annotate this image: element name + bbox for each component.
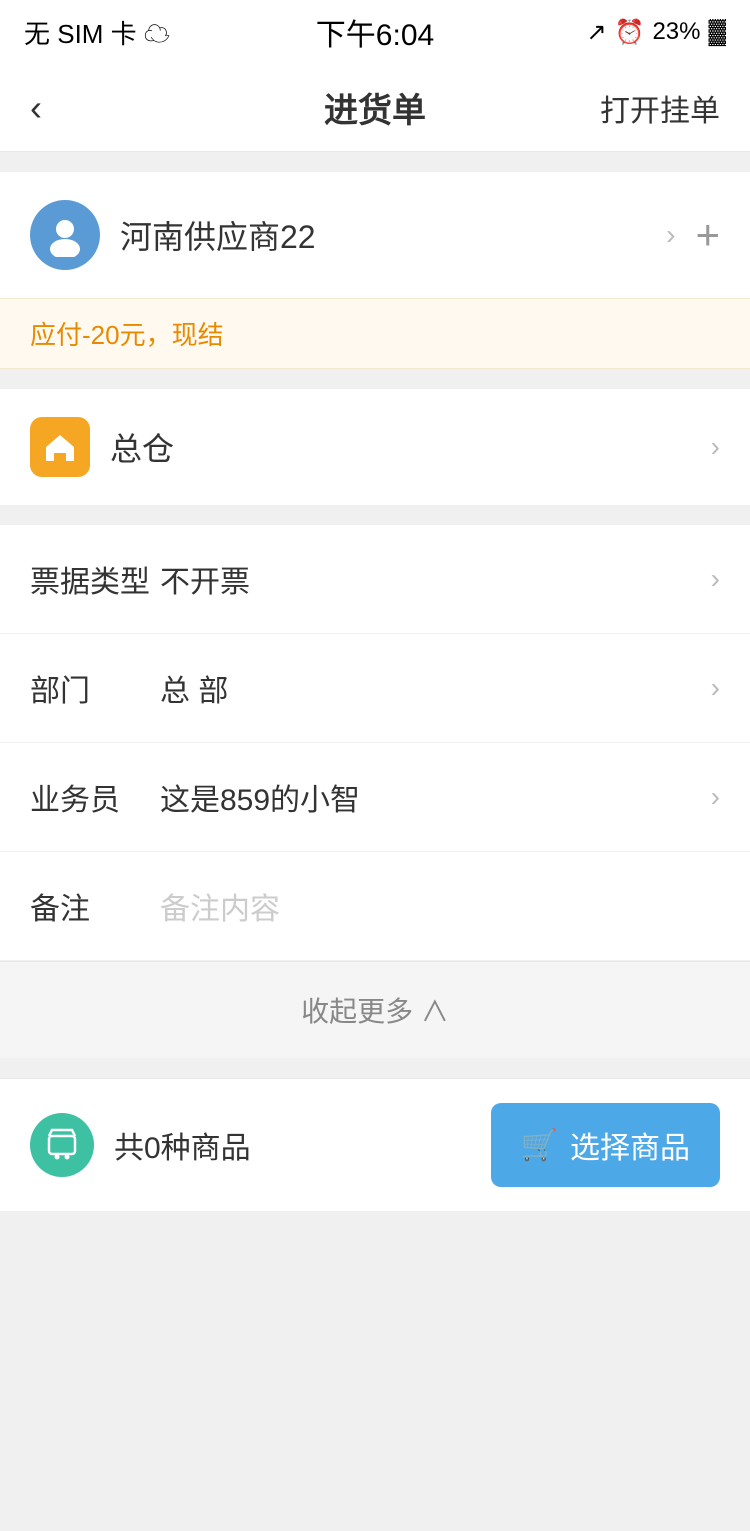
collapse-row[interactable]: 收起更多 ∧ bbox=[0, 961, 750, 1058]
page-title: 进货单 bbox=[324, 83, 426, 132]
battery-level: 23% bbox=[652, 18, 700, 46]
product-count-text: 共0种商品 bbox=[114, 1123, 491, 1167]
section-gap-3 bbox=[0, 505, 750, 525]
invoice-type-arrow-icon: › bbox=[711, 563, 720, 595]
select-goods-cart-icon: 🛒 bbox=[521, 1128, 558, 1163]
back-button[interactable]: ‹ bbox=[30, 87, 42, 129]
section-gap-1 bbox=[0, 152, 750, 172]
collapse-text: 收起更多 ∧ bbox=[301, 990, 449, 1030]
status-bar: 无 SIM 卡 ☁ 下午6:04 ↗ ⏰ 23% ▓ bbox=[0, 0, 750, 64]
supplier-name: 河南供应商22 bbox=[120, 212, 666, 258]
notice-banner: 应付-20元，现结 bbox=[0, 298, 750, 369]
product-bar: 共0种商品 🛒 选择商品 bbox=[0, 1078, 750, 1211]
section-gap-4 bbox=[0, 1058, 750, 1078]
department-label: 部门 bbox=[30, 666, 150, 710]
supplier-avatar bbox=[30, 200, 100, 270]
section-gap-2 bbox=[0, 369, 750, 389]
warehouse-row[interactable]: 总仓 › bbox=[0, 389, 750, 505]
salesperson-value: 这是859的小智 bbox=[150, 775, 711, 819]
department-arrow-icon: › bbox=[711, 672, 720, 704]
open-pending-button[interactable]: 打开挂单 bbox=[600, 86, 720, 130]
invoice-type-row[interactable]: 票据类型 不开票 › bbox=[0, 525, 750, 634]
remark-label: 备注 bbox=[30, 884, 150, 928]
add-supplier-button[interactable]: + bbox=[695, 214, 720, 256]
salesperson-label: 业务员 bbox=[30, 775, 150, 819]
person-icon bbox=[43, 213, 87, 257]
status-time: 下午6:04 bbox=[316, 10, 434, 54]
supplier-section: 河南供应商22 › + 应付-20元，现结 bbox=[0, 172, 750, 369]
cart-icon bbox=[43, 1126, 81, 1164]
salesperson-row[interactable]: 业务员 这是859的小智 › bbox=[0, 743, 750, 852]
warehouse-section: 总仓 › bbox=[0, 389, 750, 505]
alarm-icon: ⏰ bbox=[615, 18, 645, 47]
nav-bar: ‹ 进货单 打开挂单 bbox=[0, 64, 750, 152]
remark-input[interactable]: 备注内容 bbox=[150, 884, 720, 928]
select-goods-label: 选择商品 bbox=[570, 1123, 690, 1167]
supplier-arrow-icon: › bbox=[666, 219, 675, 251]
location-icon: ↗ bbox=[586, 18, 606, 47]
status-right: ↗ ⏰ 23% ▓ bbox=[586, 18, 726, 47]
invoice-type-value: 不开票 bbox=[150, 557, 711, 601]
product-icon bbox=[30, 1113, 94, 1177]
warehouse-arrow-icon: › bbox=[711, 431, 720, 463]
remark-row[interactable]: 备注 备注内容 bbox=[0, 852, 750, 961]
department-value: 总 部 bbox=[150, 666, 711, 710]
supplier-row[interactable]: 河南供应商22 › + bbox=[0, 172, 750, 298]
salesperson-arrow-icon: › bbox=[711, 781, 720, 813]
warehouse-name: 总仓 bbox=[110, 424, 711, 470]
house-icon bbox=[42, 429, 78, 465]
sim-status: 无 SIM 卡 ☁ bbox=[24, 14, 170, 51]
department-row[interactable]: 部门 总 部 › bbox=[0, 634, 750, 743]
form-section: 票据类型 不开票 › 部门 总 部 › 业务员 这是859的小智 › 备注 备注… bbox=[0, 525, 750, 961]
battery-icon: ▓ bbox=[709, 18, 727, 46]
invoice-type-label: 票据类型 bbox=[30, 557, 150, 601]
bottom-gray-area bbox=[0, 1211, 750, 1531]
status-left: 无 SIM 卡 ☁ bbox=[24, 14, 170, 51]
select-goods-button[interactable]: 🛒 选择商品 bbox=[491, 1103, 720, 1187]
warehouse-icon bbox=[30, 417, 90, 477]
